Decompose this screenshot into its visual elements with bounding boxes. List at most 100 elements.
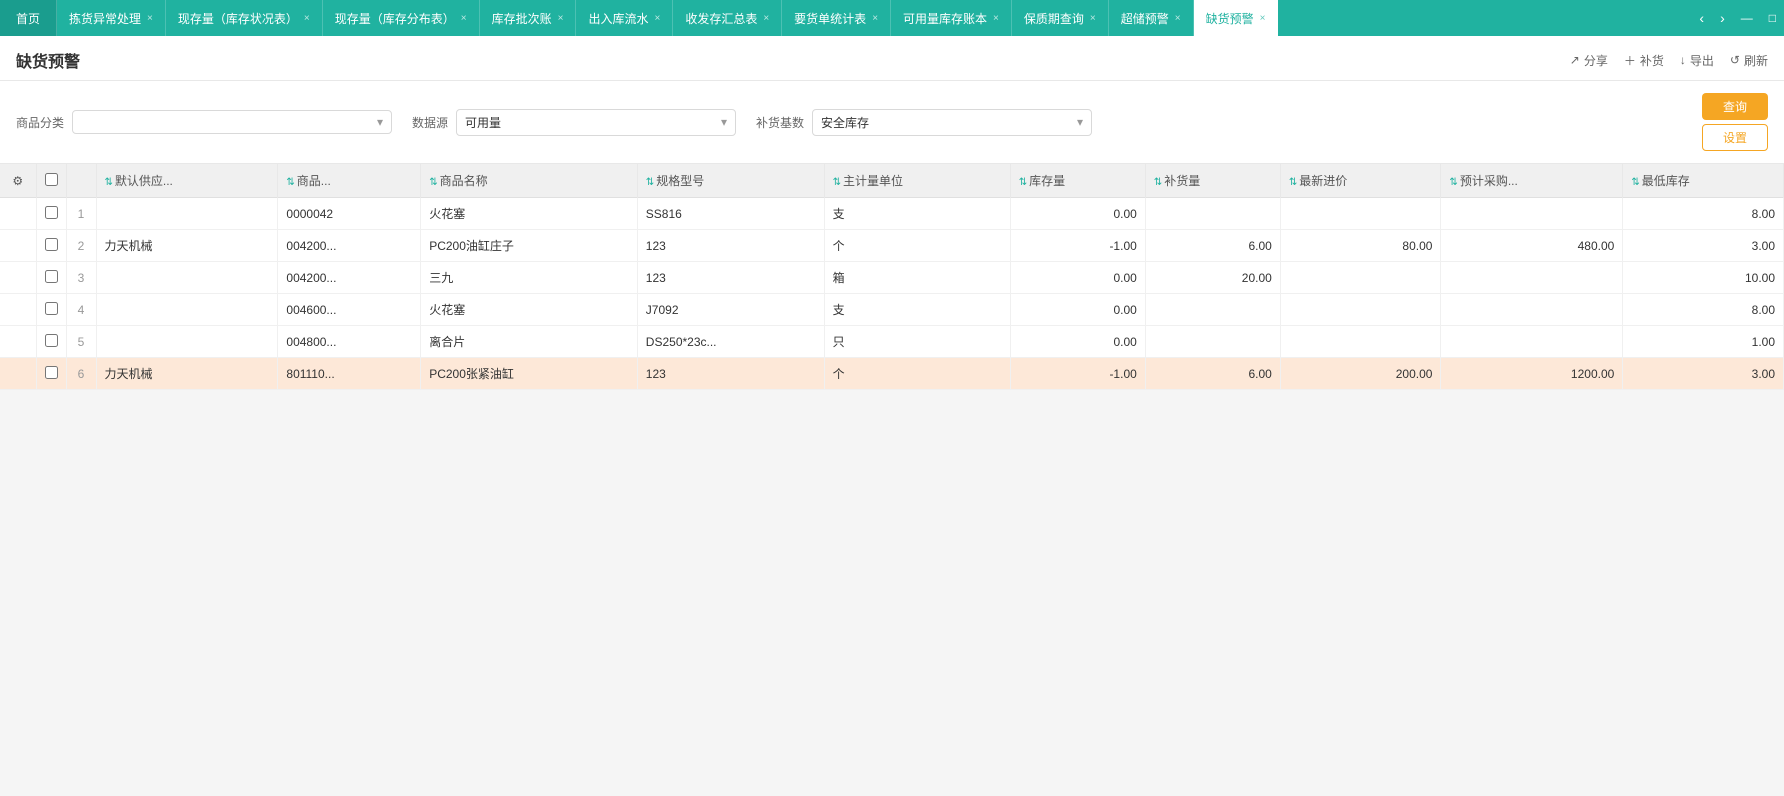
row-spec: J7092: [637, 294, 824, 326]
tab-close-icon[interactable]: ×: [147, 13, 153, 24]
row-number: 5: [66, 326, 96, 358]
settings-button[interactable]: 设置: [1702, 124, 1768, 151]
tab-close-icon[interactable]: ×: [461, 13, 467, 24]
tab-close-icon[interactable]: ×: [558, 13, 564, 24]
replenish-base-select[interactable]: 安全库存 ▾: [812, 109, 1092, 136]
row-checkbox-cell[interactable]: [36, 358, 66, 390]
query-button[interactable]: 查询: [1702, 93, 1768, 120]
row-latest-price: [1280, 198, 1441, 230]
category-label: 商品分类: [16, 114, 64, 131]
row-replenish-qty: [1145, 326, 1280, 358]
spec-header[interactable]: ⇅规格型号: [637, 164, 824, 198]
tab-item-9[interactable]: 保质期查询 ×: [1012, 0, 1109, 36]
tab-prev-button[interactable]: ‹: [1691, 10, 1712, 26]
tab-close-icon[interactable]: ×: [763, 13, 769, 24]
row-gear-cell: [0, 262, 36, 294]
tab-close-icon[interactable]: ×: [872, 13, 878, 24]
tab-maximize-button[interactable]: □: [1761, 11, 1784, 25]
tab-close-icon[interactable]: ×: [654, 13, 660, 24]
select-all-checkbox[interactable]: [45, 173, 58, 186]
row-product-name: 离合片: [421, 326, 638, 358]
refresh-button[interactable]: ↺ 刷新: [1730, 52, 1768, 69]
tab-item-5[interactable]: 出入库流水 ×: [576, 0, 673, 36]
row-product-name: 三九: [421, 262, 638, 294]
tab-item-0[interactable]: 首页: [0, 0, 57, 36]
tab-item-8[interactable]: 可用量库存账本×: [891, 0, 1012, 36]
tab-label: 出入库流水: [588, 10, 648, 27]
tab-label: 缺货预警: [1206, 10, 1254, 27]
datasource-select[interactable]: 可用量 ▾: [456, 109, 736, 136]
row-supplier: [96, 198, 278, 230]
row-latest-price: [1280, 294, 1441, 326]
est-purchase-header[interactable]: ⇅预计采购...: [1441, 164, 1623, 198]
replenish-base-dropdown-icon: ▾: [1077, 115, 1083, 129]
default-supplier-header[interactable]: ⇅默认供应...: [96, 164, 278, 198]
replenish-qty-header[interactable]: ⇅补货量: [1145, 164, 1280, 198]
category-select[interactable]: ▾: [72, 110, 392, 134]
row-checkbox-cell[interactable]: [36, 262, 66, 294]
export-button[interactable]: ↓ 导出: [1680, 52, 1714, 69]
tab-item-11[interactable]: 缺货预警 ×: [1194, 0, 1279, 36]
checkbox-header[interactable]: [36, 164, 66, 198]
product-code-header[interactable]: ⇅商品...: [278, 164, 421, 198]
row-unit: 支: [824, 198, 1010, 230]
row-est-purchase: [1441, 198, 1623, 230]
row-checkbox[interactable]: [45, 302, 58, 315]
tab-close-icon[interactable]: ×: [1175, 13, 1181, 24]
row-checkbox-cell[interactable]: [36, 294, 66, 326]
row-checkbox[interactable]: [45, 334, 58, 347]
datasource-dropdown-icon: ▾: [721, 115, 727, 129]
gear-header[interactable]: ⚙: [0, 164, 36, 198]
header-actions: ↗ 分享 ＋ 补货 ↓ 导出 ↺ 刷新: [1570, 52, 1768, 69]
row-number: 6: [66, 358, 96, 390]
replenish-button[interactable]: ＋ 补货: [1624, 52, 1664, 69]
row-checkbox[interactable]: [45, 366, 58, 379]
tab-close-icon[interactable]: ×: [1260, 13, 1266, 24]
row-supplier: 力天机械: [96, 358, 278, 390]
tab-item-2[interactable]: 现存量（库存状况表）×: [166, 0, 323, 36]
row-spec: 123: [637, 358, 824, 390]
row-est-purchase: 1200.00: [1441, 358, 1623, 390]
sort-icon: ⇅: [286, 177, 294, 188]
datasource-label: 数据源: [412, 114, 448, 131]
sort-icon: ⇅: [833, 177, 841, 188]
row-latest-price: [1280, 262, 1441, 294]
tab-item-3[interactable]: 现存量（库存分布表）×: [323, 0, 480, 36]
category-dropdown-icon: ▾: [377, 115, 383, 129]
table-header-row: ⚙ ⇅默认供应... ⇅商品... ⇅商品名称: [0, 164, 1784, 198]
row-unit: 个: [824, 358, 1010, 390]
row-stock: 0.00: [1010, 198, 1145, 230]
row-checkbox[interactable]: [45, 238, 58, 251]
tab-next-button[interactable]: ›: [1712, 10, 1733, 26]
tab-item-4[interactable]: 库存批次账×: [480, 0, 577, 36]
tab-item-10[interactable]: 超储预警×: [1109, 0, 1194, 36]
row-checkbox-cell[interactable]: [36, 326, 66, 358]
tab-label: 拣货异常处理: [69, 10, 141, 27]
row-gear-cell: [0, 358, 36, 390]
row-product-name: 火花塞: [421, 294, 638, 326]
row-gear-cell: [0, 198, 36, 230]
table-row: 1 0000042 火花塞 SS816 支 0.00 8.00: [0, 198, 1784, 230]
tab-close-icon[interactable]: ×: [993, 13, 999, 24]
tab-close-icon[interactable]: ×: [304, 13, 310, 24]
sort-icon: ⇅: [1154, 177, 1162, 188]
sort-icon: ⇅: [105, 177, 113, 188]
stock-header[interactable]: ⇅库存量: [1010, 164, 1145, 198]
tab-item-7[interactable]: 要货单统计表×: [782, 0, 891, 36]
row-checkbox-cell[interactable]: [36, 198, 66, 230]
tab-label: 保质期查询: [1024, 10, 1084, 27]
row-checkbox-cell[interactable]: [36, 230, 66, 262]
row-checkbox[interactable]: [45, 270, 58, 283]
row-checkbox[interactable]: [45, 206, 58, 219]
share-button[interactable]: ↗ 分享: [1570, 52, 1608, 69]
tab-item-6[interactable]: 收发存汇总表×: [673, 0, 782, 36]
row-supplier: 力天机械: [96, 230, 278, 262]
unit-header[interactable]: ⇅主计量单位: [824, 164, 1010, 198]
min-stock-header[interactable]: ⇅最低库存: [1623, 164, 1784, 198]
tab-item-1[interactable]: 拣货异常处理 ×: [57, 0, 166, 36]
row-gear-cell: [0, 326, 36, 358]
tab-minimize-button[interactable]: —: [1733, 11, 1761, 25]
tab-close-icon[interactable]: ×: [1090, 13, 1096, 24]
product-name-header[interactable]: ⇅商品名称: [421, 164, 638, 198]
latest-price-header[interactable]: ⇅最新进价: [1280, 164, 1441, 198]
